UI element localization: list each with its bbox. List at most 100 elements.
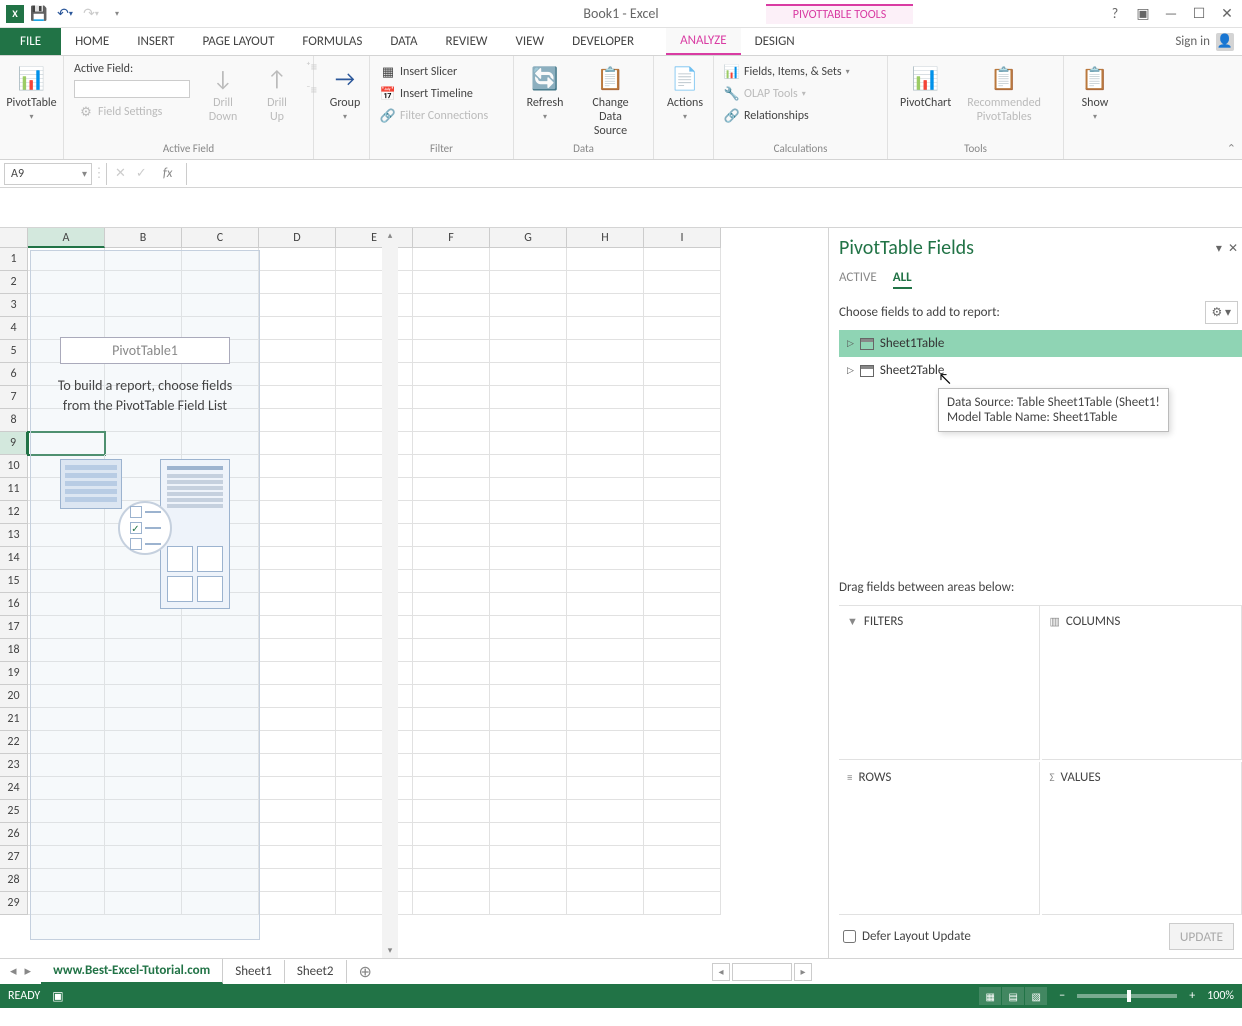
cell[interactable] (644, 754, 721, 777)
recommended-pivot-button[interactable]: 📋 Recommended PivotTables (961, 60, 1047, 126)
cell[interactable] (413, 800, 490, 823)
zoom-out-button[interactable]: − (1055, 989, 1069, 1003)
cell[interactable] (413, 869, 490, 892)
column-header[interactable]: I (644, 228, 721, 248)
cell[interactable] (413, 317, 490, 340)
cell[interactable] (490, 547, 567, 570)
values-drop-zone[interactable]: ΣVALUES (1042, 762, 1242, 916)
active-field-input[interactable] (74, 80, 190, 98)
cell[interactable] (336, 432, 413, 455)
show-button[interactable]: 📋 Show▾ (1070, 60, 1120, 124)
cell[interactable] (336, 340, 413, 363)
cell[interactable] (336, 478, 413, 501)
cell[interactable] (567, 501, 644, 524)
cell[interactable] (336, 846, 413, 869)
cell[interactable] (413, 524, 490, 547)
sheet-tab-2[interactable]: Sheet2 (285, 960, 347, 983)
cell[interactable] (259, 363, 336, 386)
zoom-slider[interactable] (1077, 994, 1177, 998)
cell[interactable] (567, 432, 644, 455)
cell[interactable] (490, 409, 567, 432)
cell[interactable] (336, 823, 413, 846)
cell[interactable] (567, 869, 644, 892)
save-icon[interactable]: 💾 (28, 3, 50, 25)
row-header[interactable]: 14 (0, 547, 28, 570)
cell[interactable] (644, 248, 721, 271)
column-header[interactable]: E (336, 228, 413, 248)
row-header[interactable]: 25 (0, 800, 28, 823)
cell[interactable] (567, 708, 644, 731)
rows-drop-zone[interactable]: ≡ROWS (839, 762, 1040, 916)
worksheet-area[interactable]: ABCDEFGHI 123456789101112131415161718192… (0, 228, 828, 958)
row-header[interactable]: 21 (0, 708, 28, 731)
cell[interactable] (567, 685, 644, 708)
cell[interactable] (644, 363, 721, 386)
cell[interactable] (336, 455, 413, 478)
cell[interactable] (567, 271, 644, 294)
row-header[interactable]: 27 (0, 846, 28, 869)
cell[interactable] (413, 478, 490, 501)
tab-home[interactable]: HOME (61, 28, 123, 55)
tab-formulas[interactable]: FORMULAS (288, 28, 376, 55)
tab-analyze[interactable]: ANALYZE (666, 28, 741, 55)
cell[interactable] (567, 409, 644, 432)
filter-connections-button[interactable]: 🔗Filter Connections (376, 106, 492, 126)
cell[interactable] (336, 662, 413, 685)
cell[interactable] (259, 570, 336, 593)
cell[interactable] (259, 685, 336, 708)
field-table-sheet2[interactable]: ▷ Sheet2Table (839, 357, 1242, 384)
cell[interactable] (567, 892, 644, 915)
sheet-tab-link[interactable]: www.Best-Excel-Tutorial.com (41, 959, 223, 984)
cell[interactable] (259, 731, 336, 754)
qat-customize-icon[interactable]: ▾ (106, 3, 128, 25)
cell[interactable] (259, 846, 336, 869)
cell[interactable] (567, 639, 644, 662)
row-header[interactable]: 10 (0, 455, 28, 478)
cell[interactable] (644, 317, 721, 340)
row-header[interactable]: 19 (0, 662, 28, 685)
cell[interactable] (336, 731, 413, 754)
cell[interactable] (413, 340, 490, 363)
cell[interactable] (259, 317, 336, 340)
cell[interactable] (413, 363, 490, 386)
signin-label[interactable]: Sign in (1175, 34, 1210, 49)
insert-slicer-button[interactable]: ▦Insert Slicer (376, 62, 492, 82)
cell[interactable] (644, 340, 721, 363)
cell[interactable] (259, 869, 336, 892)
pane-dropdown-icon[interactable]: ▾ (1216, 241, 1222, 256)
pivottable-button[interactable]: 📊 PivotTable ▾ (6, 60, 57, 124)
row-header[interactable]: 16 (0, 593, 28, 616)
expand-icon[interactable]: ▷ (847, 338, 854, 349)
cell[interactable] (644, 823, 721, 846)
close-icon[interactable]: ✕ (1216, 3, 1238, 25)
update-button[interactable]: UPDATE (1169, 923, 1234, 950)
cell[interactable] (259, 271, 336, 294)
collapse-ribbon-icon[interactable]: ⌃ (1227, 142, 1236, 155)
column-header[interactable]: F (413, 228, 490, 248)
cell[interactable] (490, 340, 567, 363)
cell[interactable] (490, 846, 567, 869)
field-settings-button[interactable]: ⚙ Field Settings (74, 102, 190, 122)
select-all-corner[interactable] (0, 228, 28, 248)
cell[interactable] (336, 317, 413, 340)
cell[interactable] (413, 662, 490, 685)
cell[interactable] (336, 777, 413, 800)
relationships-button[interactable]: 🔗Relationships (720, 106, 854, 126)
cell[interactable] (259, 524, 336, 547)
cell[interactable] (644, 662, 721, 685)
tab-design[interactable]: DESIGN (741, 28, 809, 55)
cell[interactable] (413, 570, 490, 593)
cell[interactable] (336, 363, 413, 386)
tab-view[interactable]: VIEW (502, 28, 559, 55)
cell[interactable] (336, 294, 413, 317)
cell[interactable] (490, 616, 567, 639)
cell[interactable] (490, 731, 567, 754)
actions-button[interactable]: 📄 Actions▾ (660, 60, 710, 124)
cell[interactable] (259, 593, 336, 616)
row-header[interactable]: 11 (0, 478, 28, 501)
cell[interactable] (490, 271, 567, 294)
cell[interactable] (259, 547, 336, 570)
ribbon-display-options-icon[interactable]: ▣ (1132, 3, 1154, 25)
cell[interactable] (567, 593, 644, 616)
cell[interactable] (413, 593, 490, 616)
